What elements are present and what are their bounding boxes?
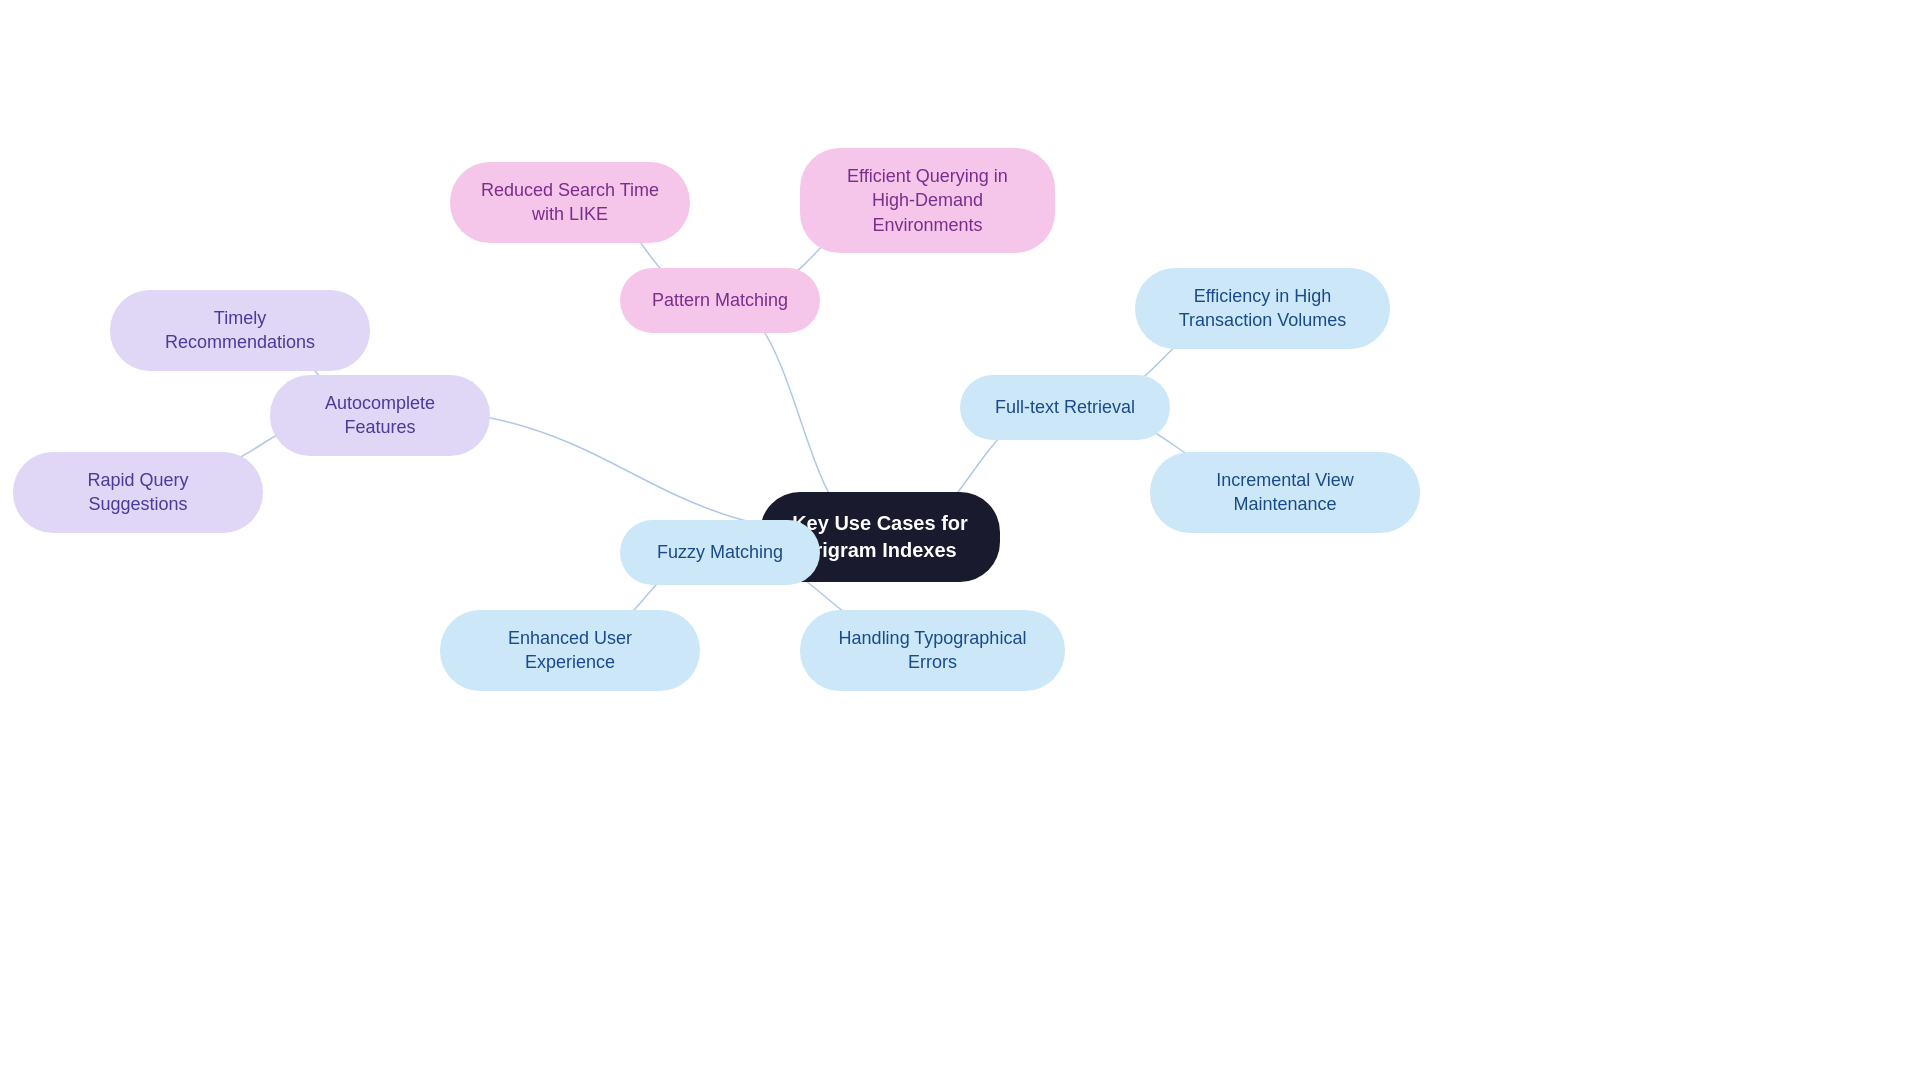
autocomplete-features-node: Autocomplete Features [270,375,490,456]
efficiency-high-transaction-node: Efficiency in High Transaction Volumes [1135,268,1390,349]
handling-typographical-errors-node: Handling Typographical Errors [800,610,1065,691]
enhanced-user-experience-node: Enhanced User Experience [440,610,700,691]
pattern-matching-node: Pattern Matching [620,268,820,333]
fuzzy-matching-node: Fuzzy Matching [620,520,820,585]
mindmap-container: Key Use Cases for Trigram IndexesReduced… [0,0,1920,1083]
full-text-retrieval-node: Full-text Retrieval [960,375,1170,440]
rapid-query-suggestions-node: Rapid Query Suggestions [13,452,263,533]
reduced-search-time-node: Reduced Search Time with LIKE [450,162,690,243]
efficient-querying-node: Efficient Querying in High-Demand Enviro… [800,148,1055,253]
timely-recommendations-node: Timely Recommendations [110,290,370,371]
incremental-view-maintenance-node: Incremental View Maintenance [1150,452,1420,533]
